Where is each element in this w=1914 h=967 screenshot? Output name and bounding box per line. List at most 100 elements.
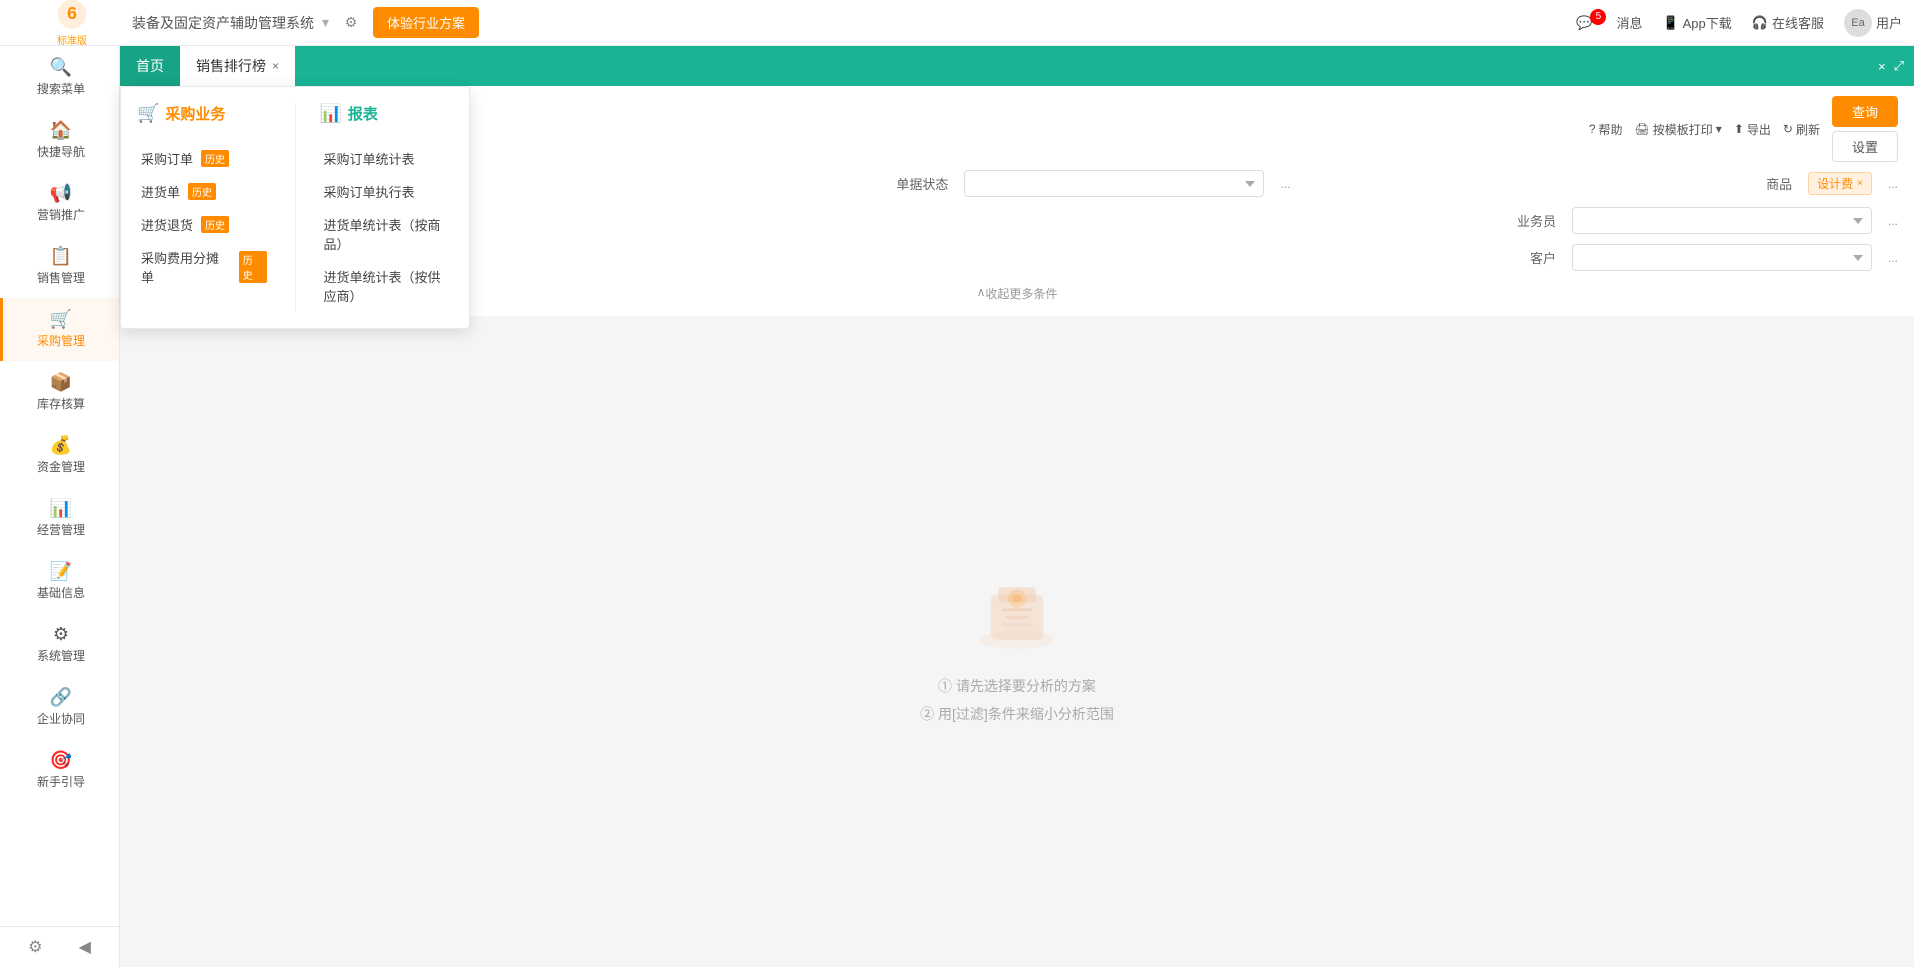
help-icon: ? (1589, 122, 1596, 136)
svg-text:6: 6 (67, 3, 77, 23)
purchase-col-title-text: 采购业务 (165, 103, 225, 124)
menu-item-label: 进货退货 (141, 215, 193, 234)
content-area: 首页 销售排行榜 × × ⤢ ? 帮助 🖨 按模板打印 (120, 46, 1914, 967)
sidebar-item-system-mgmt[interactable]: ⚙ 系统管理 (0, 613, 119, 676)
sidebar-item-search-menu[interactable]: 🔍 搜索菜单 (0, 46, 119, 109)
export-btn[interactable]: ⬆ 导出 (1734, 121, 1771, 138)
message-badge: 5 (1590, 9, 1606, 25)
sidebar-settings-btn[interactable]: ⚙ (28, 937, 42, 957)
sidebar-item-enterprise[interactable]: 🔗 企业协同 (0, 676, 119, 739)
menu-item-purchase-order[interactable]: 采购订单 历史 (137, 142, 271, 175)
header-right: 💬 5 消息 📱 App下载 🎧 在线客服 Ea 用户 (1576, 9, 1902, 37)
sidebar-collapse-btn[interactable]: ◀ (79, 937, 91, 957)
salesperson-select[interactable] (1572, 207, 1872, 234)
menu-item-purchase-return[interactable]: 进货退货 历史 (137, 208, 271, 241)
export-label: 导出 (1747, 121, 1771, 138)
inventory-icon: 📦 (50, 373, 72, 391)
industry-btn[interactable]: 体验行业方案 (373, 7, 479, 38)
home-icon: 🏠 (50, 121, 72, 139)
sidebar-item-basic-info[interactable]: 📝 基础信息 (0, 550, 119, 613)
sidebar-label: 销售管理 (37, 269, 85, 286)
sidebar-label: 新手引导 (37, 773, 85, 790)
user-label: 用户 (1876, 13, 1902, 32)
refresh-label: 刷新 (1796, 121, 1820, 138)
sidebar-label: 搜索菜单 (37, 80, 85, 97)
menu-item-label: 采购费用分摊单 (141, 248, 231, 286)
empty-illustration (957, 556, 1077, 656)
print-dropdown-icon[interactable]: ▾ (1716, 122, 1722, 136)
goods-more-icon[interactable]: ... (1888, 177, 1898, 191)
menu-item-purchase-order-exec[interactable]: 采购订单执行表 (320, 175, 454, 208)
tab-bar: 首页 销售排行榜 × × ⤢ (120, 46, 1914, 86)
online-service-item[interactable]: 🎧 在线客服 (1752, 13, 1824, 32)
sidebar-item-purchase-mgmt[interactable]: 🛒 采购管理 (0, 298, 119, 361)
tab-close-all-icon[interactable]: × (1878, 59, 1886, 74)
enterprise-icon: 🔗 (50, 688, 72, 706)
history-badge: 历史 (201, 150, 229, 167)
tab-maximize-icon[interactable]: ⤢ (1894, 58, 1904, 74)
phone-icon: 📱 (1662, 15, 1678, 31)
salesperson-more-icon[interactable]: ... (1888, 214, 1898, 228)
customer-more-icon[interactable]: ... (1888, 251, 1898, 265)
menu-item-label: 进货单统计表（按商品） (324, 215, 450, 253)
menu-item-label: 采购订单 (141, 149, 193, 168)
app-download-item[interactable]: 📱 App下载 (1662, 13, 1731, 32)
dropdown-arrow-icon[interactable]: ▾ (322, 14, 329, 31)
sidebar-bottom: ⚙ ◀ (0, 926, 119, 967)
online-service-label: 在线客服 (1772, 13, 1824, 32)
sidebar-item-sales-mgmt[interactable]: 📋 销售管理 (0, 235, 119, 298)
tab-sales-ranking[interactable]: 销售排行榜 × (180, 46, 295, 86)
tab-bar-actions: × ⤢ (1878, 58, 1914, 74)
tab-sales-ranking-label: 销售排行榜 (196, 56, 266, 76)
menu-item-label: 进货单 (141, 182, 180, 201)
settings-button[interactable]: 设置 (1832, 131, 1898, 162)
menu-item-purchase-expense[interactable]: 采购费用分摊单 历史 (137, 241, 271, 293)
sidebar-item-inventory[interactable]: 📦 库存核算 (0, 361, 119, 424)
status-more-icon[interactable]: ... (1280, 177, 1290, 191)
menu-item-purchase-inbound[interactable]: 进货单 历史 (137, 175, 271, 208)
headset-icon: 🎧 (1752, 15, 1768, 31)
sidebar-item-marketing[interactable]: 📢 营销推广 (0, 172, 119, 235)
menu-item-label: 进货单统计表（按供应商） (324, 267, 450, 305)
dropdown-cols: 🛒 采购业务 采购订单 历史 进货单 历史 进货退货 历史 (137, 103, 453, 312)
refresh-btn[interactable]: ↻ 刷新 (1783, 121, 1820, 138)
status-select[interactable] (964, 170, 1264, 197)
history-badge: 历史 (188, 183, 216, 200)
tab-home[interactable]: 首页 (120, 46, 180, 86)
empty-hint-2: ② 用[过滤]条件来缩小分析范围 (920, 700, 1114, 728)
print-label: 按模板打印 (1653, 121, 1713, 138)
sidebar-item-quick-nav[interactable]: 🏠 快捷导航 (0, 109, 119, 172)
customer-select[interactable] (1572, 244, 1872, 271)
sidebar-item-newbie[interactable]: 🎯 新手引导 (0, 739, 119, 802)
tab-close-icon[interactable]: × (272, 59, 279, 73)
help-label: 帮助 (1599, 121, 1623, 138)
menu-item-inbound-goods-stat[interactable]: 进货单统计表（按商品） (320, 208, 454, 260)
sales-icon: 📋 (50, 247, 72, 265)
header-settings-icon[interactable]: ⚙ (337, 9, 365, 37)
goods-tag[interactable]: 设计费 × (1808, 172, 1872, 195)
avatar: Ea (1844, 9, 1872, 37)
sidebar-label: 采购管理 (37, 332, 85, 349)
header-title: 装备及固定资产辅助管理系统 ▾ ⚙ 体验行业方案 (132, 7, 1576, 38)
marketing-icon: 📢 (50, 184, 72, 202)
sidebar-label: 系统管理 (37, 647, 85, 664)
print-btn[interactable]: 🖨 按模板打印 ▾ (1635, 121, 1722, 138)
sidebar: 🔍 搜索菜单 🏠 快捷导航 📢 营销推广 📋 销售管理 🛒 采购管理 📦 库存核… (0, 46, 120, 967)
help-btn[interactable]: ? 帮助 (1589, 121, 1623, 138)
empty-hint-1: ① 请先选择要分析的方案 (920, 672, 1114, 700)
report-col: 📊 报表 采购订单统计表 采购订单执行表 进货单统计表（按商品） 进货单统计表（… (320, 103, 454, 312)
export-icon: ⬆ (1734, 122, 1744, 136)
collapse-icon: ∧ (977, 285, 986, 302)
sidebar-label: 库存核算 (37, 395, 85, 412)
message-item[interactable]: 💬 5 消息 (1576, 13, 1642, 32)
goods-tag-close-icon[interactable]: × (1857, 178, 1863, 189)
purchase-icon: 🛒 (50, 310, 72, 328)
goods-label: 商品 (1766, 174, 1792, 193)
menu-item-purchase-order-stat[interactable]: 采购订单统计表 (320, 142, 454, 175)
sidebar-item-finance[interactable]: 💰 资金管理 (0, 424, 119, 487)
sidebar-item-operations[interactable]: 📊 经营管理 (0, 487, 119, 550)
menu-item-inbound-supplier-stat[interactable]: 进货单统计表（按供应商） (320, 260, 454, 312)
user-item[interactable]: Ea 用户 (1844, 9, 1902, 37)
query-button[interactable]: 查询 (1832, 96, 1898, 127)
system-title: 装备及固定资产辅助管理系统 (132, 13, 314, 33)
